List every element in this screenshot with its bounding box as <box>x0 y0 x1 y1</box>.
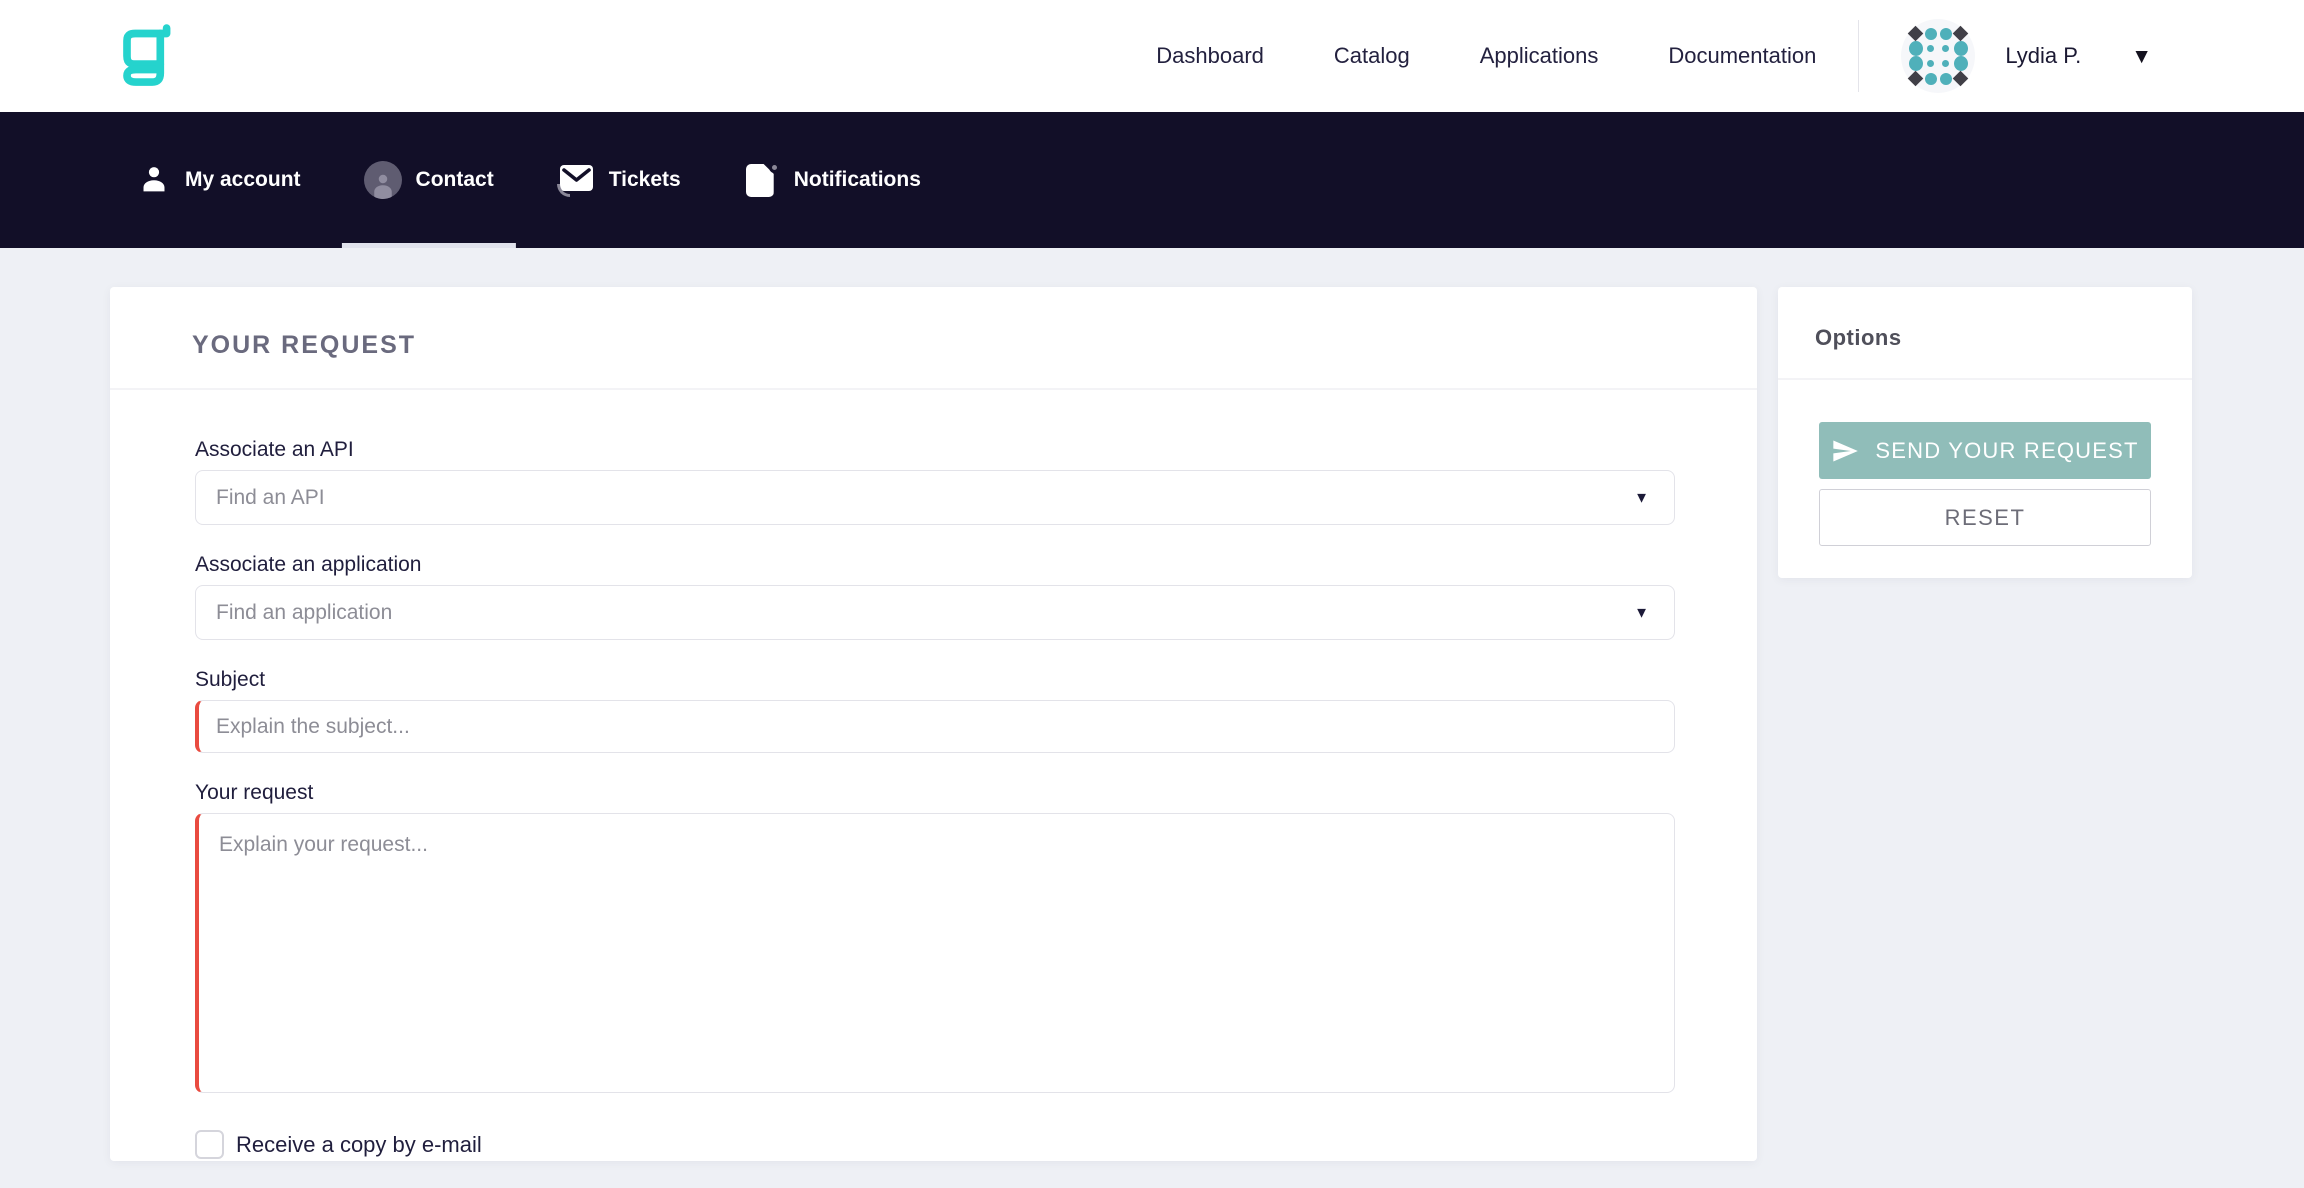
subject-field-group: Subject <box>195 667 1675 753</box>
options-header: Options <box>1778 287 2192 380</box>
subject-field-label: Subject <box>195 667 1675 693</box>
mail-icon <box>557 163 595 197</box>
top-header: Dashboard Catalog Applications Documenta… <box>0 0 2304 112</box>
subject-input[interactable] <box>195 700 1675 753</box>
nav-catalog[interactable]: Catalog <box>1334 43 1410 69</box>
tab-label: Notifications <box>794 168 921 192</box>
tab-my-account[interactable]: My account <box>137 112 301 248</box>
request-textarea[interactable] <box>195 813 1675 1093</box>
user-name[interactable]: Lydia P. <box>2005 43 2081 69</box>
notification-dot-icon <box>769 162 780 173</box>
copy-email-checkbox[interactable] <box>195 1130 224 1159</box>
application-field-label: Associate an application <box>195 552 1675 578</box>
page-title: YOUR REQUEST <box>192 331 416 359</box>
account-tab-bar: My account Contact Tickets Notifications <box>0 112 2304 248</box>
request-card-header: YOUR REQUEST <box>110 287 1757 390</box>
avatar-identicon-icon <box>1908 26 1968 86</box>
api-field-group: Associate an API ▼ <box>195 437 1675 525</box>
primary-nav: Dashboard Catalog Applications Documenta… <box>1156 43 1816 69</box>
tab-notifications[interactable]: Notifications <box>744 112 921 248</box>
copy-email-label: Receive a copy by e-mail <box>236 1132 482 1158</box>
copy-email-row: Receive a copy by e-mail <box>195 1130 1675 1159</box>
tab-label: Tickets <box>609 168 681 192</box>
tab-tickets[interactable]: Tickets <box>557 112 681 248</box>
application-select[interactable] <box>195 585 1675 640</box>
tab-label: My account <box>185 168 301 192</box>
send-icon <box>1831 437 1859 465</box>
api-select[interactable] <box>195 470 1675 525</box>
request-form-card: YOUR REQUEST Associate an API ▼ Associat… <box>110 287 1757 1161</box>
options-body: SEND YOUR REQUEST RESET <box>1778 380 2192 546</box>
document-icon <box>744 162 780 198</box>
nav-documentation[interactable]: Documentation <box>1668 43 1816 69</box>
options-title: Options <box>1815 325 1902 350</box>
send-request-label: SEND YOUR REQUEST <box>1875 438 2138 464</box>
avatar-circle-icon <box>364 161 402 199</box>
gravitee-logo-icon[interactable] <box>118 20 172 92</box>
tab-label: Contact <box>416 168 494 192</box>
options-panel: Options SEND YOUR REQUEST RESET <box>1778 287 2192 578</box>
page-content: YOUR REQUEST Associate an API ▼ Associat… <box>0 248 2304 1188</box>
nav-dashboard[interactable]: Dashboard <box>1156 43 1264 69</box>
send-request-button[interactable]: SEND YOUR REQUEST <box>1819 422 2151 479</box>
api-field-label: Associate an API <box>195 437 1675 463</box>
tab-contact[interactable]: Contact <box>364 112 494 248</box>
user-avatar[interactable] <box>1901 19 1975 93</box>
user-menu-chevron-down-icon[interactable]: ▼ <box>2131 46 2152 67</box>
nav-applications[interactable]: Applications <box>1480 43 1599 69</box>
contact-form: Associate an API ▼ Associate an applicat… <box>110 437 1757 1159</box>
reset-button[interactable]: RESET <box>1819 489 2151 546</box>
reset-label: RESET <box>1945 505 2026 531</box>
request-field-group: Your request <box>195 780 1675 1098</box>
header-divider <box>1858 20 1859 92</box>
request-field-label: Your request <box>195 780 1675 806</box>
application-field-group: Associate an application ▼ <box>195 552 1675 640</box>
person-icon <box>137 163 171 197</box>
